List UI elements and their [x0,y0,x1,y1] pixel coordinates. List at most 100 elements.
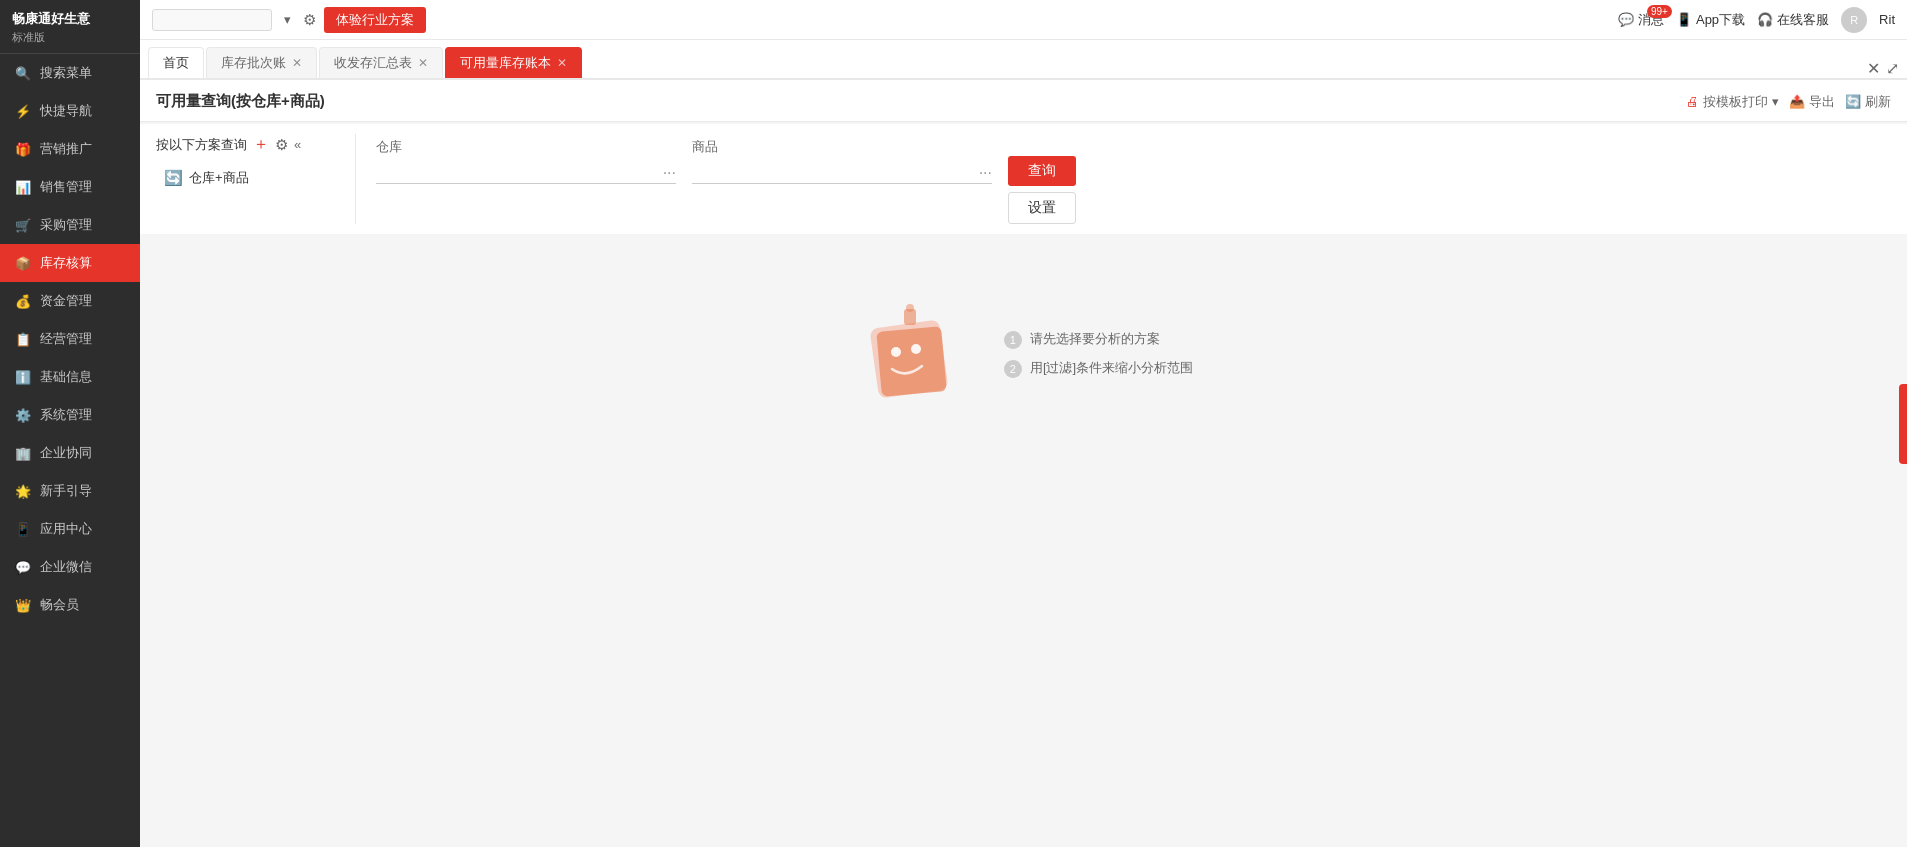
topbar-online-service[interactable]: 🎧 在线客服 [1757,11,1829,29]
gear-icon: ⚙️ [14,406,32,424]
filter-settings-btn[interactable]: ⚙ [275,136,288,154]
filter-area: 按以下方案查询 ＋ ⚙ « 🔄 仓库+商品 仓库 ··· [140,124,1907,234]
phone-icon: 📱 [1676,12,1692,27]
tab-close-window-btn[interactable]: ✕ [1867,59,1880,78]
topbar-right: 💬 消息 99+ 📱 App下载 🎧 在线客服 R Rit [1618,7,1895,33]
tabs-window-controls: ✕ ⤢ [1859,59,1907,78]
sidebar-item-marketing[interactable]: 🎁 营销推广 [0,130,140,168]
mobile-icon: 📱 [14,520,32,538]
print-dropdown-icon: ▾ [1772,94,1779,109]
tabs-bar: 首页 库存批次账 ✕ 收发存汇总表 ✕ 可用量库存账本 ✕ ✕ ⤢ [140,40,1907,80]
empty-illustration [854,294,974,414]
empty-tips: 1 请先选择要分析的方案 2 用[过滤]条件来缩小分析范围 [1004,330,1193,378]
goods-field: 商品 ··· [692,138,992,184]
filter-action-btns: 查询 设置 [1008,156,1076,224]
sidebar-item-finance[interactable]: 💰 资金管理 [0,282,140,320]
query-button[interactable]: 查询 [1008,156,1076,186]
page-header: 可用量查询(按仓库+商品) 🖨 按模板打印 ▾ 📤 导出 🔄 刷新 [140,80,1907,122]
tip-num-1: 1 [1004,331,1022,349]
star-icon: 🌟 [14,482,32,500]
settings-button[interactable]: 设置 [1008,192,1076,224]
sidebar-scroll: 🔍 搜索菜单 ⚡ 快捷导航 🎁 营销推广 📊 销售管理 🛒 采购管理 📦 库存核… [0,54,140,847]
industry-btn[interactable]: 体验行业方案 [324,7,426,33]
filter-left: 按以下方案查询 ＋ ⚙ « 🔄 仓库+商品 [156,134,356,224]
warehouse-more-btn[interactable]: ··· [663,164,676,182]
topbar-app-download[interactable]: 📱 App下载 [1676,11,1745,29]
money-icon: 💰 [14,292,32,310]
sidebar-item-enterprise[interactable]: 🏢 企业协同 [0,434,140,472]
refresh-btn[interactable]: 🔄 刷新 [1845,93,1891,111]
tab-batch-account[interactable]: 库存批次账 ✕ [206,47,317,78]
message-badge: 99+ [1647,5,1672,18]
crown-icon: 👑 [14,596,32,614]
gift-icon: 🎁 [14,140,32,158]
right-accent-bar [1899,384,1907,464]
sidebar-item-appcenter[interactable]: 📱 应用中心 [0,510,140,548]
export-btn[interactable]: 📤 导出 [1789,93,1835,111]
message-icon: 💬 [1618,12,1634,27]
logo-title: 畅康通好生意 [12,10,128,28]
user-avatar[interactable]: R [1841,7,1867,33]
sidebar-item-newbie[interactable]: 🌟 新手引导 [0,472,140,510]
svg-point-2 [891,347,901,357]
topbar-message[interactable]: 💬 消息 99+ [1618,11,1664,29]
sidebar-item-search[interactable]: 🔍 搜索菜单 [0,54,140,92]
headset-icon: 🎧 [1757,12,1773,27]
export-icon: 📤 [1789,94,1805,109]
svg-rect-1 [876,326,946,396]
tip-num-2: 2 [1004,360,1022,378]
goods-more-btn[interactable]: ··· [979,164,992,182]
search-icon: 🔍 [14,64,32,82]
tab-home[interactable]: 首页 [148,47,204,78]
sidebar-item-wechat[interactable]: 💬 企业微信 [0,548,140,586]
sidebar-item-vip[interactable]: 👑 畅会员 [0,586,140,624]
header-actions: 🖨 按模板打印 ▾ 📤 导出 🔄 刷新 [1686,93,1891,111]
sidebar-item-basic[interactable]: ℹ️ 基础信息 [0,358,140,396]
topbar-dropdown-button[interactable]: ▾ [280,10,295,29]
building-icon: 🏢 [14,444,32,462]
goods-input[interactable] [692,160,992,184]
sidebar-item-shortcut[interactable]: ⚡ 快捷导航 [0,92,140,130]
sidebar-item-purchase[interactable]: 🛒 采购管理 [0,206,140,244]
logo-sub: 标准版 [12,30,128,45]
topbar: ▾ ⚙ 体验行业方案 💬 消息 99+ 📱 App下载 🎧 在线客服 R Rit [140,0,1907,40]
tab-close-receive[interactable]: ✕ [418,56,428,70]
filter-right: 仓库 ··· 商品 ··· 查询 设置 [356,134,1891,224]
username-label[interactable]: Rit [1879,12,1895,27]
sidebar-item-sales[interactable]: 📊 销售管理 [0,168,140,206]
sidebar-item-inventory[interactable]: 📦 库存核算 [0,244,140,282]
tab-close-batch[interactable]: ✕ [292,56,302,70]
info-icon: ℹ️ [14,368,32,386]
main-area: ▾ ⚙ 体验行业方案 💬 消息 99+ 📱 App下载 🎧 在线客服 R Rit… [140,0,1907,847]
svg-point-5 [906,304,914,312]
topbar-search-input[interactable] [152,9,272,31]
filter-add-btn[interactable]: ＋ [253,134,269,155]
cart-icon: 🛒 [14,216,32,234]
content-area: 可用量查询(按仓库+商品) 🖨 按模板打印 ▾ 📤 导出 🔄 刷新 [140,80,1907,847]
warehouse-field: 仓库 ··· [376,138,676,184]
topbar-gear-icon[interactable]: ⚙ [303,11,316,29]
tab-available-stock[interactable]: 可用量库存账本 ✕ [445,47,582,78]
tab-maximize-btn[interactable]: ⤢ [1886,59,1899,78]
chart-icon: 📊 [14,178,32,196]
box-icon: 📦 [14,254,32,272]
refresh-icon: 🔄 [1845,94,1861,109]
sidebar-item-operations[interactable]: 📋 经营管理 [0,320,140,358]
print-icon: 🖨 [1686,94,1699,109]
warehouse-input-wrapper: ··· [376,160,676,184]
tab-receive-summary[interactable]: 收发存汇总表 ✕ [319,47,443,78]
sidebar-logo: 畅康通好生意 标准版 [0,0,140,54]
scheme-icon: 🔄 [164,169,183,187]
filter-collapse-btn[interactable]: « [294,137,301,152]
warehouse-input[interactable] [376,160,676,184]
filter-label: 按以下方案查询 ＋ ⚙ « [156,134,343,155]
sidebar: 畅康通好生意 标准版 🔍 搜索菜单 ⚡ 快捷导航 🎁 营销推广 📊 销售管理 🛒… [0,0,140,847]
empty-state: 1 请先选择要分析的方案 2 用[过滤]条件来缩小分析范围 [140,234,1907,474]
print-btn[interactable]: 🖨 按模板打印 ▾ [1686,93,1779,111]
clipboard-icon: 📋 [14,330,32,348]
filter-scheme-item[interactable]: 🔄 仓库+商品 [156,163,343,193]
sidebar-item-system[interactable]: ⚙️ 系统管理 [0,396,140,434]
empty-tip-2: 2 用[过滤]条件来缩小分析范围 [1004,359,1193,378]
empty-tip-1: 1 请先选择要分析的方案 [1004,330,1193,349]
tab-close-available[interactable]: ✕ [557,56,567,70]
